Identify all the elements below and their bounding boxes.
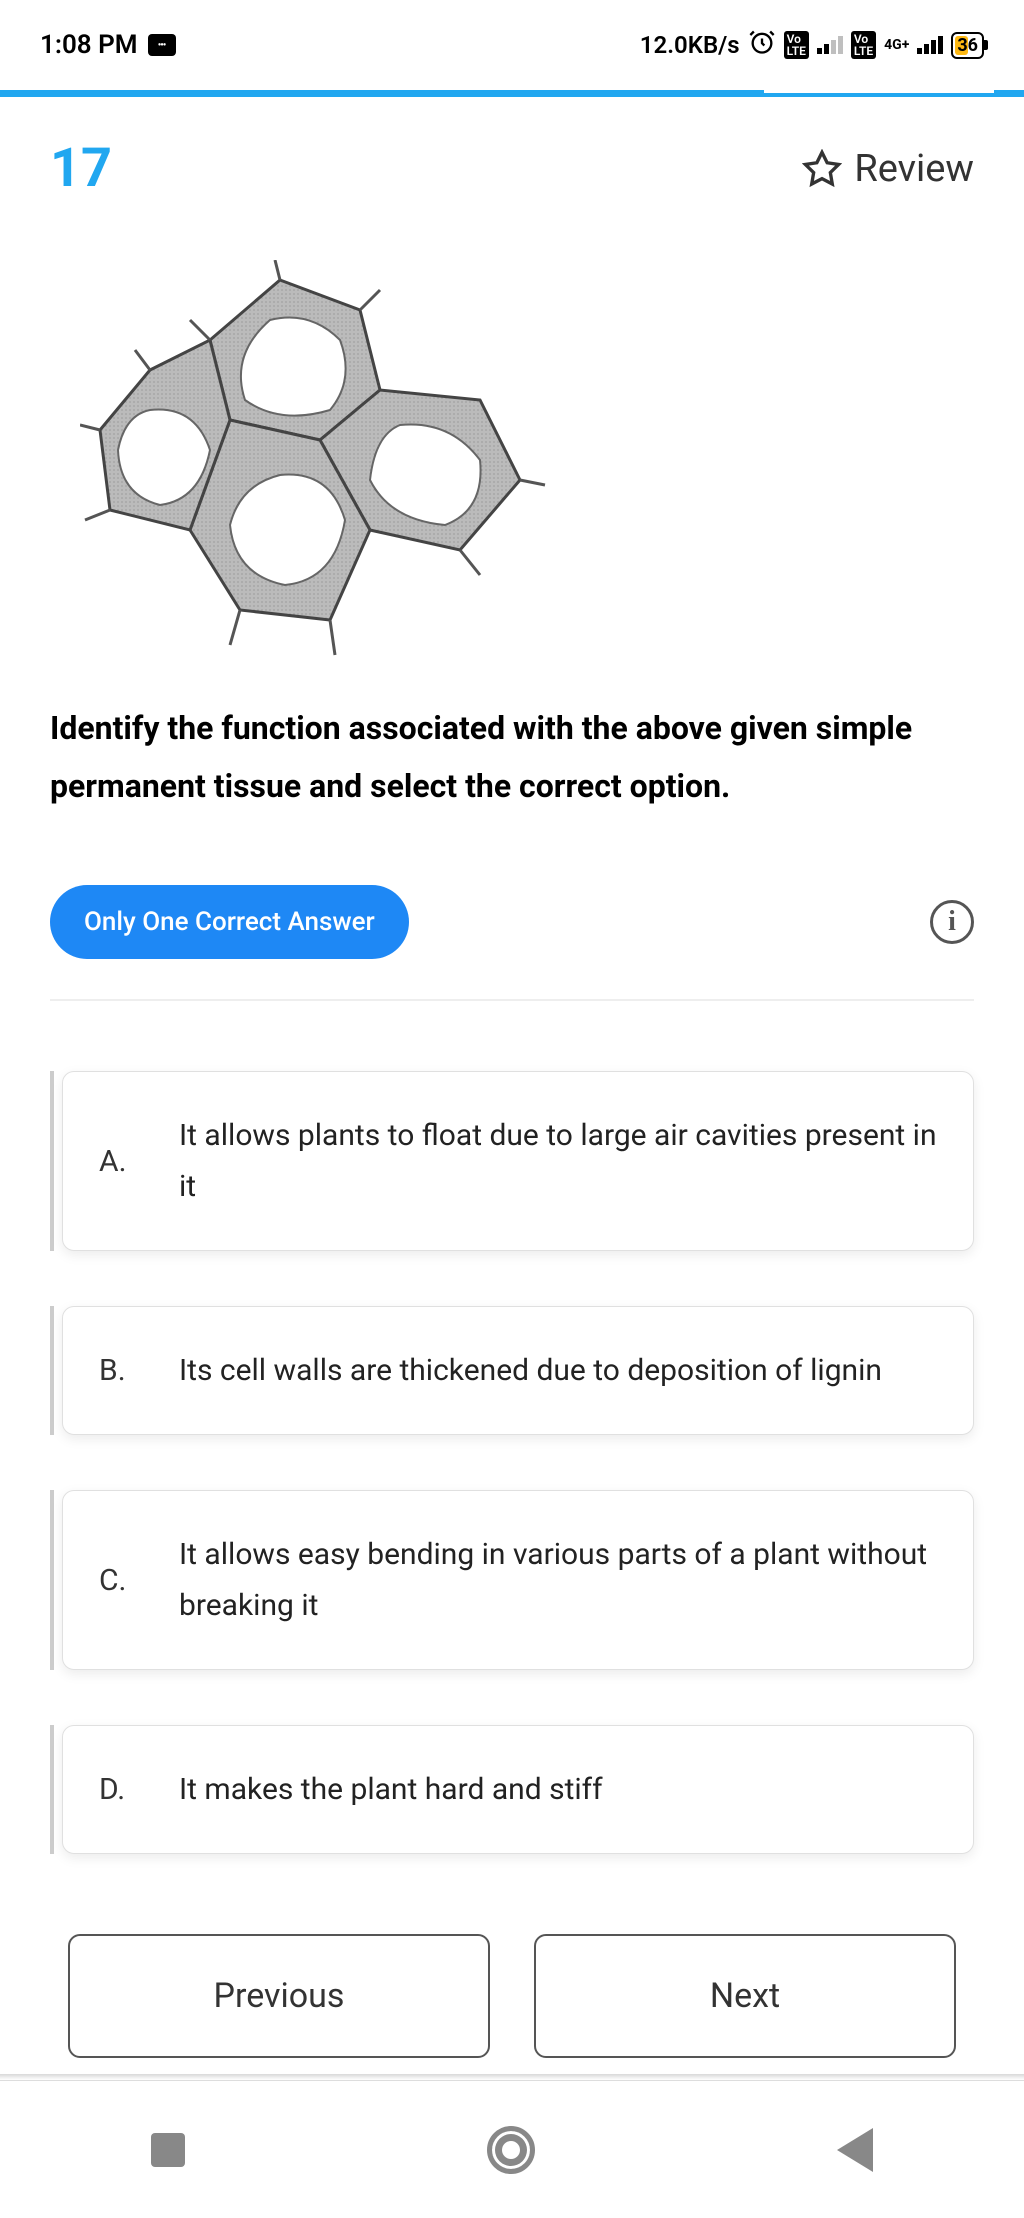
network-label: 4G+ <box>884 37 909 53</box>
review-button[interactable]: Review <box>802 147 974 191</box>
system-nav-bar <box>0 2080 1024 2218</box>
back-icon[interactable] <box>837 2128 873 2172</box>
sms-icon: ••• <box>148 34 176 56</box>
progress-bar <box>0 90 1024 97</box>
option-card: C. It allows easy bending in various par… <box>62 1490 974 1670</box>
status-time: 1:08 PM <box>40 30 138 60</box>
volte-icon-2: VoLTE <box>851 31 876 59</box>
volte-icon-1: VoLTE <box>784 31 809 59</box>
option-text: It allows plants to float due to large a… <box>179 1110 937 1212</box>
option-letter: C. <box>99 1563 139 1598</box>
option-card: D. It makes the plant hard and stiff <box>62 1725 974 1854</box>
option-c[interactable]: C. It allows easy bending in various par… <box>50 1490 974 1670</box>
option-b[interactable]: B. Its cell walls are thickened due to d… <box>50 1306 974 1435</box>
alarm-icon <box>748 28 776 62</box>
recent-apps-icon[interactable] <box>151 2133 185 2167</box>
question-header: 17 Review <box>0 97 1024 230</box>
tissue-diagram-icon <box>80 260 560 660</box>
signal-icon-1 <box>817 36 843 54</box>
option-card: B. Its cell walls are thickened due to d… <box>62 1306 974 1435</box>
divider <box>50 999 974 1001</box>
option-indicator <box>50 1071 54 1251</box>
option-card: A. It allows plants to float due to larg… <box>62 1071 974 1251</box>
nav-buttons: Previous Next <box>50 1854 974 2058</box>
data-rate: 12.0KB/s <box>640 31 740 59</box>
content-area: Identify the function associated with th… <box>0 230 1024 2058</box>
status-left: 1:08 PM ••• <box>40 30 176 60</box>
option-d[interactable]: D. It makes the plant hard and stiff <box>50 1725 974 1854</box>
star-icon <box>802 149 842 189</box>
option-letter: A. <box>99 1144 139 1179</box>
option-letter: D. <box>99 1772 139 1807</box>
option-text: It makes the plant hard and stiff <box>179 1764 603 1815</box>
option-letter: B. <box>99 1353 139 1388</box>
answer-type-pill: Only One Correct Answer <box>50 885 409 959</box>
review-label: Review <box>854 147 974 191</box>
question-image <box>50 230 974 700</box>
previous-button[interactable]: Previous <box>68 1934 490 2058</box>
option-indicator <box>50 1490 54 1670</box>
home-icon[interactable] <box>487 2126 535 2174</box>
signal-icon-2 <box>917 36 943 54</box>
option-a[interactable]: A. It allows plants to float due to larg… <box>50 1071 974 1251</box>
instruction-row: Only One Correct Answer i <box>50 885 974 959</box>
option-indicator <box>50 1725 54 1854</box>
question-number: 17 <box>50 137 112 200</box>
status-bar: 1:08 PM ••• 12.0KB/s VoLTE VoLTE 4G+ 36 <box>0 0 1024 90</box>
option-indicator <box>50 1306 54 1435</box>
status-right: 12.0KB/s VoLTE VoLTE 4G+ 36 <box>640 28 984 62</box>
option-text: It allows easy bending in various parts … <box>179 1529 937 1631</box>
battery-icon: 36 <box>951 32 984 59</box>
next-button[interactable]: Next <box>534 1934 956 2058</box>
question-text: Identify the function associated with th… <box>50 700 974 815</box>
info-icon[interactable]: i <box>930 900 974 944</box>
option-text: Its cell walls are thickened due to depo… <box>179 1345 882 1396</box>
options-list: A. It allows plants to float due to larg… <box>50 1071 974 1854</box>
